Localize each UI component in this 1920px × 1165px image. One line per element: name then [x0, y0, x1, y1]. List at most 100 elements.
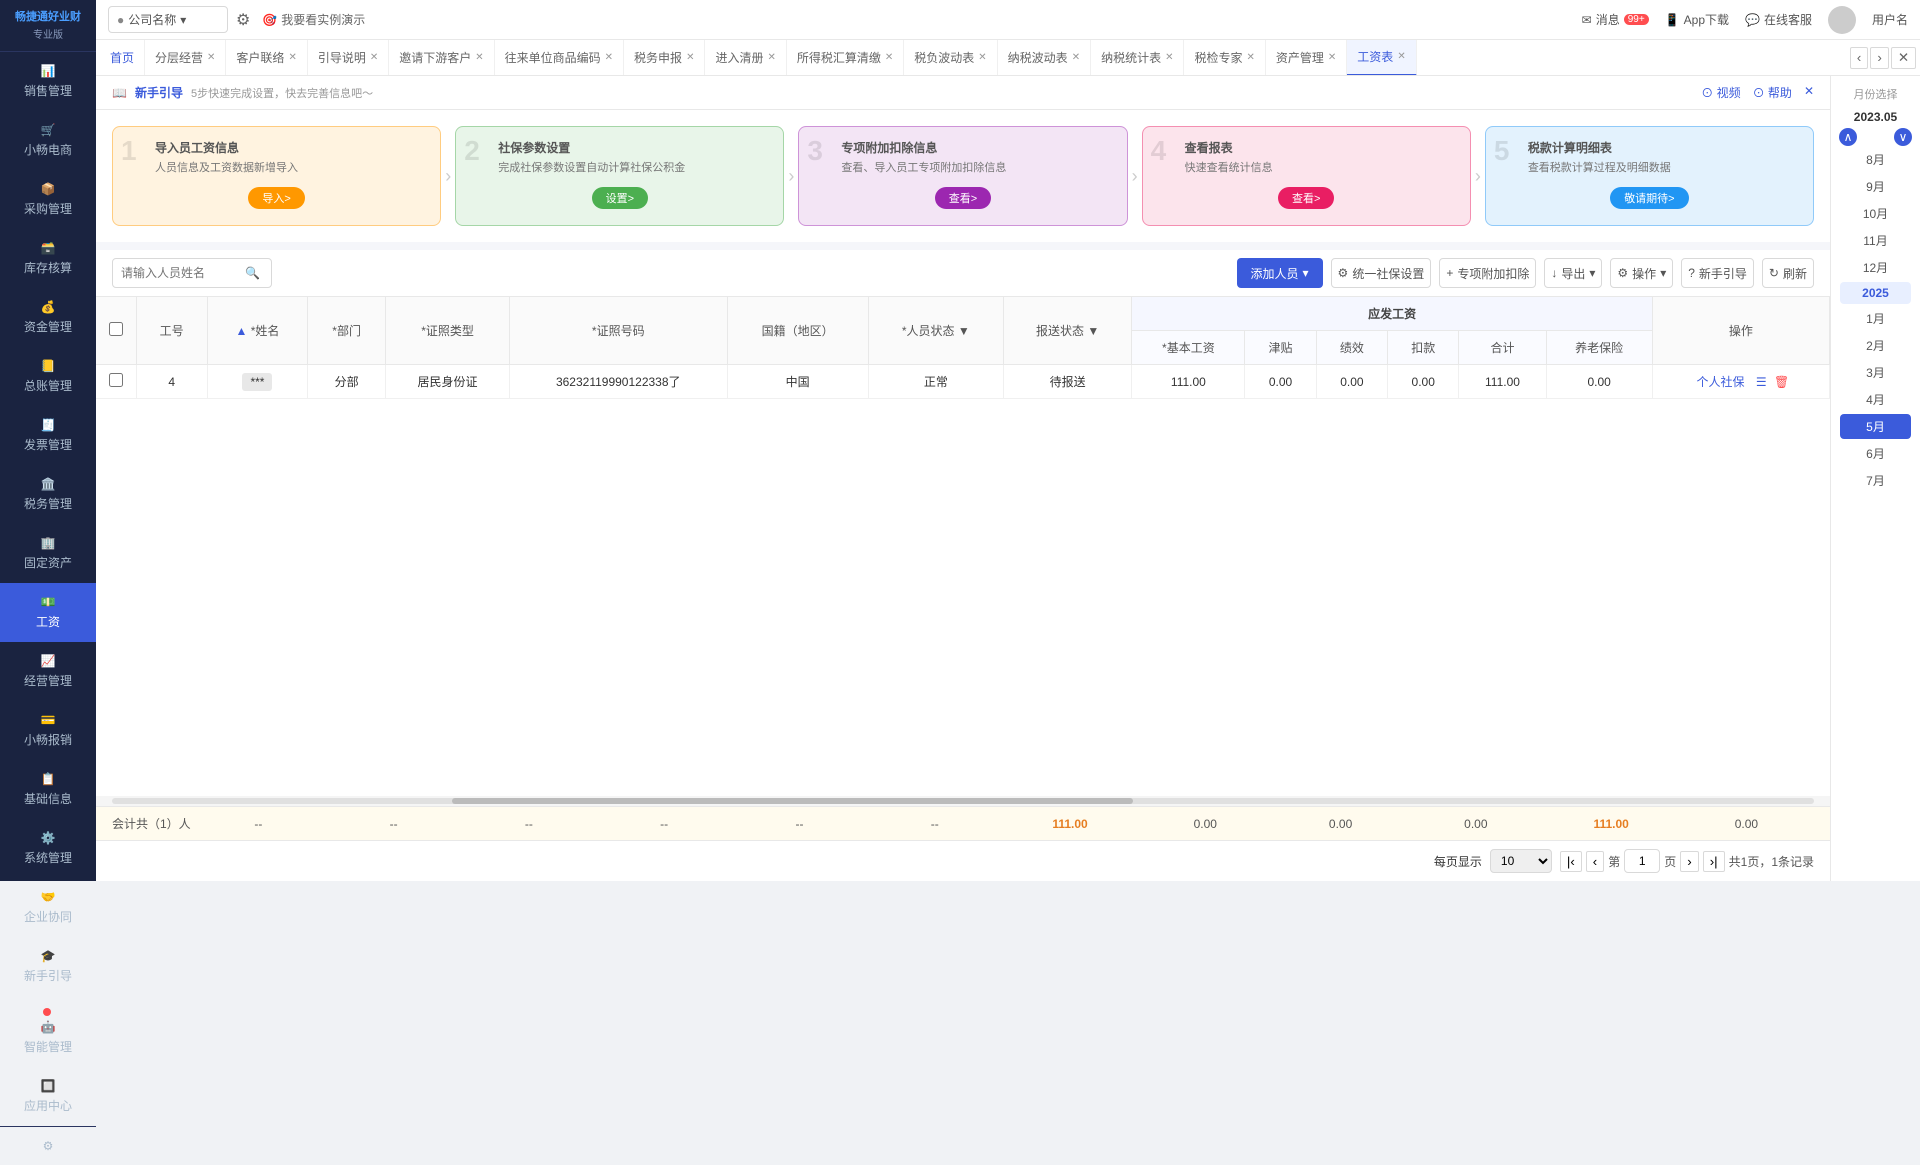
- tab-tax-expert-close[interactable]: ✕: [1247, 52, 1255, 63]
- tab-product-code[interactable]: 往来单位商品编码 ✕: [495, 40, 624, 76]
- row-checkbox[interactable]: [109, 373, 123, 387]
- month-year-2025[interactable]: 2025: [1840, 282, 1911, 304]
- company-selector[interactable]: ● 公司名称 ▾: [108, 6, 228, 33]
- month-item-10[interactable]: 10月: [1840, 201, 1911, 226]
- step-5-btn[interactable]: 敬请期待>: [1610, 187, 1688, 209]
- month-item-2[interactable]: 2月: [1840, 333, 1911, 358]
- tab-close-all-btn[interactable]: ✕: [1891, 47, 1916, 69]
- op-delete-icon[interactable]: 🗑: [1774, 375, 1789, 389]
- tab-customer-close[interactable]: ✕: [288, 52, 296, 63]
- sidebar-item-ledger[interactable]: 📒总账管理: [0, 347, 96, 406]
- tab-stratified[interactable]: 分层经营 ✕: [145, 40, 226, 76]
- sidebar-item-sales[interactable]: 📊销售管理: [0, 52, 96, 111]
- sidebar-item-assets[interactable]: 🏢固定资产: [0, 524, 96, 583]
- settings-gear-icon[interactable]: ⚙: [236, 10, 250, 30]
- status-filter-icon[interactable]: ▼: [958, 324, 970, 338]
- scrollbar-thumb[interactable]: [452, 798, 1133, 804]
- month-item-8[interactable]: 8月: [1840, 147, 1911, 172]
- tab-tax-expert[interactable]: 税检专家 ✕: [1184, 40, 1265, 76]
- sidebar-item-base[interactable]: 📋基础信息: [0, 760, 96, 819]
- step-3-btn[interactable]: 查看>: [935, 187, 991, 209]
- tab-guide-desc-close[interactable]: ✕: [370, 52, 378, 63]
- tab-clearance-close[interactable]: ✕: [767, 52, 775, 63]
- export-btn[interactable]: ↓ 导出 ▾: [1544, 258, 1602, 288]
- tab-prev-btn[interactable]: ‹: [1850, 47, 1868, 69]
- tab-guide-desc[interactable]: 引导说明 ✕: [308, 40, 389, 76]
- tab-invite[interactable]: 邀请下游客户 ✕: [389, 40, 494, 76]
- tab-clearance[interactable]: 进入清册 ✕: [705, 40, 786, 76]
- search-icon[interactable]: 🔍: [245, 266, 260, 280]
- month-item-4[interactable]: 4月: [1840, 387, 1911, 412]
- tab-income-tax[interactable]: 所得税汇算清缴 ✕: [787, 40, 904, 76]
- operation-btn[interactable]: ⚙ 操作 ▾: [1610, 258, 1673, 288]
- tab-tax-report[interactable]: 税务申报 ✕: [624, 40, 705, 76]
- tab-asset-mgmt[interactable]: 资产管理 ✕: [1266, 40, 1347, 76]
- month-item-11[interactable]: 11月: [1840, 228, 1911, 253]
- sidebar-item-payroll[interactable]: 💵工资: [0, 583, 96, 642]
- tab-tax-stat-close[interactable]: ✕: [1165, 52, 1173, 63]
- tab-stratified-close[interactable]: ✕: [207, 52, 215, 63]
- tab-payroll[interactable]: 工资表 ✕: [1347, 40, 1416, 76]
- demo-link[interactable]: 🎯 我要看实例演示: [262, 11, 365, 28]
- page-input[interactable]: [1624, 849, 1660, 873]
- sidebar-item-funds[interactable]: 💰资金管理: [0, 288, 96, 347]
- social-security-btn[interactable]: ⚙ 统一社保设置: [1331, 258, 1432, 288]
- month-item-1[interactable]: 1月: [1840, 306, 1911, 331]
- tab-tax-report-close[interactable]: ✕: [686, 52, 694, 63]
- first-page-btn[interactable]: |‹: [1560, 851, 1582, 872]
- sidebar-item-invoice[interactable]: 🧾发票管理: [0, 406, 96, 465]
- tab-next-btn[interactable]: ›: [1870, 47, 1888, 69]
- tab-invite-close[interactable]: ✕: [475, 52, 483, 63]
- month-prev-btn[interactable]: ∧: [1839, 128, 1857, 146]
- sidebar-item-guide[interactable]: 🎓新手引导: [0, 937, 96, 996]
- avatar[interactable]: [1828, 6, 1856, 34]
- month-item-3[interactable]: 3月: [1840, 360, 1911, 385]
- month-item-12[interactable]: 12月: [1840, 255, 1911, 280]
- tab-home[interactable]: 首页: [100, 40, 145, 76]
- tab-asset-mgmt-close[interactable]: ✕: [1328, 52, 1336, 63]
- app-download-btn[interactable]: 📱 App下载: [1665, 11, 1729, 28]
- tab-tax-stat[interactable]: 纳税统计表 ✕: [1091, 40, 1184, 76]
- page-size-select[interactable]: 10 20 50: [1490, 849, 1552, 873]
- sidebar-item-system[interactable]: ⚙️系统管理: [0, 819, 96, 878]
- step-4-btn[interactable]: 查看>: [1278, 187, 1334, 209]
- username-label[interactable]: 用户名: [1872, 11, 1908, 28]
- guide-btn[interactable]: ? 新手引导: [1681, 258, 1754, 288]
- guide-help-btn[interactable]: ⊙ 帮助: [1753, 84, 1792, 101]
- month-item-6[interactable]: 6月: [1840, 441, 1911, 466]
- sidebar-settings[interactable]: ⚙: [0, 1126, 96, 1165]
- select-all-checkbox[interactable]: [109, 322, 123, 336]
- sidebar-item-operations[interactable]: 📈经营管理: [0, 642, 96, 701]
- sidebar-item-purchase[interactable]: 📦采购管理: [0, 170, 96, 229]
- op-more-icon[interactable]: ☰: [1756, 375, 1767, 389]
- tab-income-tax-close[interactable]: ✕: [885, 52, 893, 63]
- sidebar-item-ai[interactable]: 🤖智能管理: [0, 996, 96, 1067]
- search-wrap[interactable]: 🔍: [112, 258, 272, 288]
- step-1-btn[interactable]: 导入>: [248, 187, 304, 209]
- sidebar-item-expense[interactable]: 💳小畅报销: [0, 701, 96, 760]
- sidebar-item-inventory[interactable]: 🗃️库存核算: [0, 229, 96, 288]
- special-deduction-btn[interactable]: + 专项附加扣除: [1439, 258, 1536, 288]
- tab-tax-burden-close[interactable]: ✕: [978, 52, 986, 63]
- horizontal-scrollbar[interactable]: [96, 796, 1830, 806]
- guide-close-btn[interactable]: ✕: [1804, 84, 1814, 101]
- sidebar-item-collab[interactable]: 🤝企业协同: [0, 878, 96, 937]
- last-page-btn[interactable]: ›|: [1703, 851, 1725, 872]
- sidebar-item-apps[interactable]: 🔲应用中心: [0, 1067, 96, 1126]
- sidebar-item-tax[interactable]: 🏛️税务管理: [0, 465, 96, 524]
- tab-payroll-close[interactable]: ✕: [1397, 51, 1405, 62]
- search-input[interactable]: [121, 266, 241, 280]
- add-person-button[interactable]: 添加人员 ▾: [1237, 258, 1323, 288]
- month-item-5[interactable]: 5月: [1840, 414, 1911, 439]
- guide-video-btn[interactable]: ⊙ 视频: [1701, 84, 1740, 101]
- message-btn[interactable]: ✉ 消息 99+: [1582, 11, 1649, 28]
- report-filter-icon[interactable]: ▼: [1087, 324, 1099, 338]
- online-service-btn[interactable]: 💬 在线客服: [1745, 11, 1812, 28]
- step-2-btn[interactable]: 设置>: [592, 187, 648, 209]
- month-item-9[interactable]: 9月: [1840, 174, 1911, 199]
- tab-tax-wave-close[interactable]: ✕: [1072, 52, 1080, 63]
- prev-page-btn[interactable]: ‹: [1586, 851, 1604, 872]
- month-item-7[interactable]: 7月: [1840, 468, 1911, 493]
- next-page-btn[interactable]: ›: [1680, 851, 1698, 872]
- op-personal-insurance[interactable]: 个人社保: [1697, 375, 1745, 389]
